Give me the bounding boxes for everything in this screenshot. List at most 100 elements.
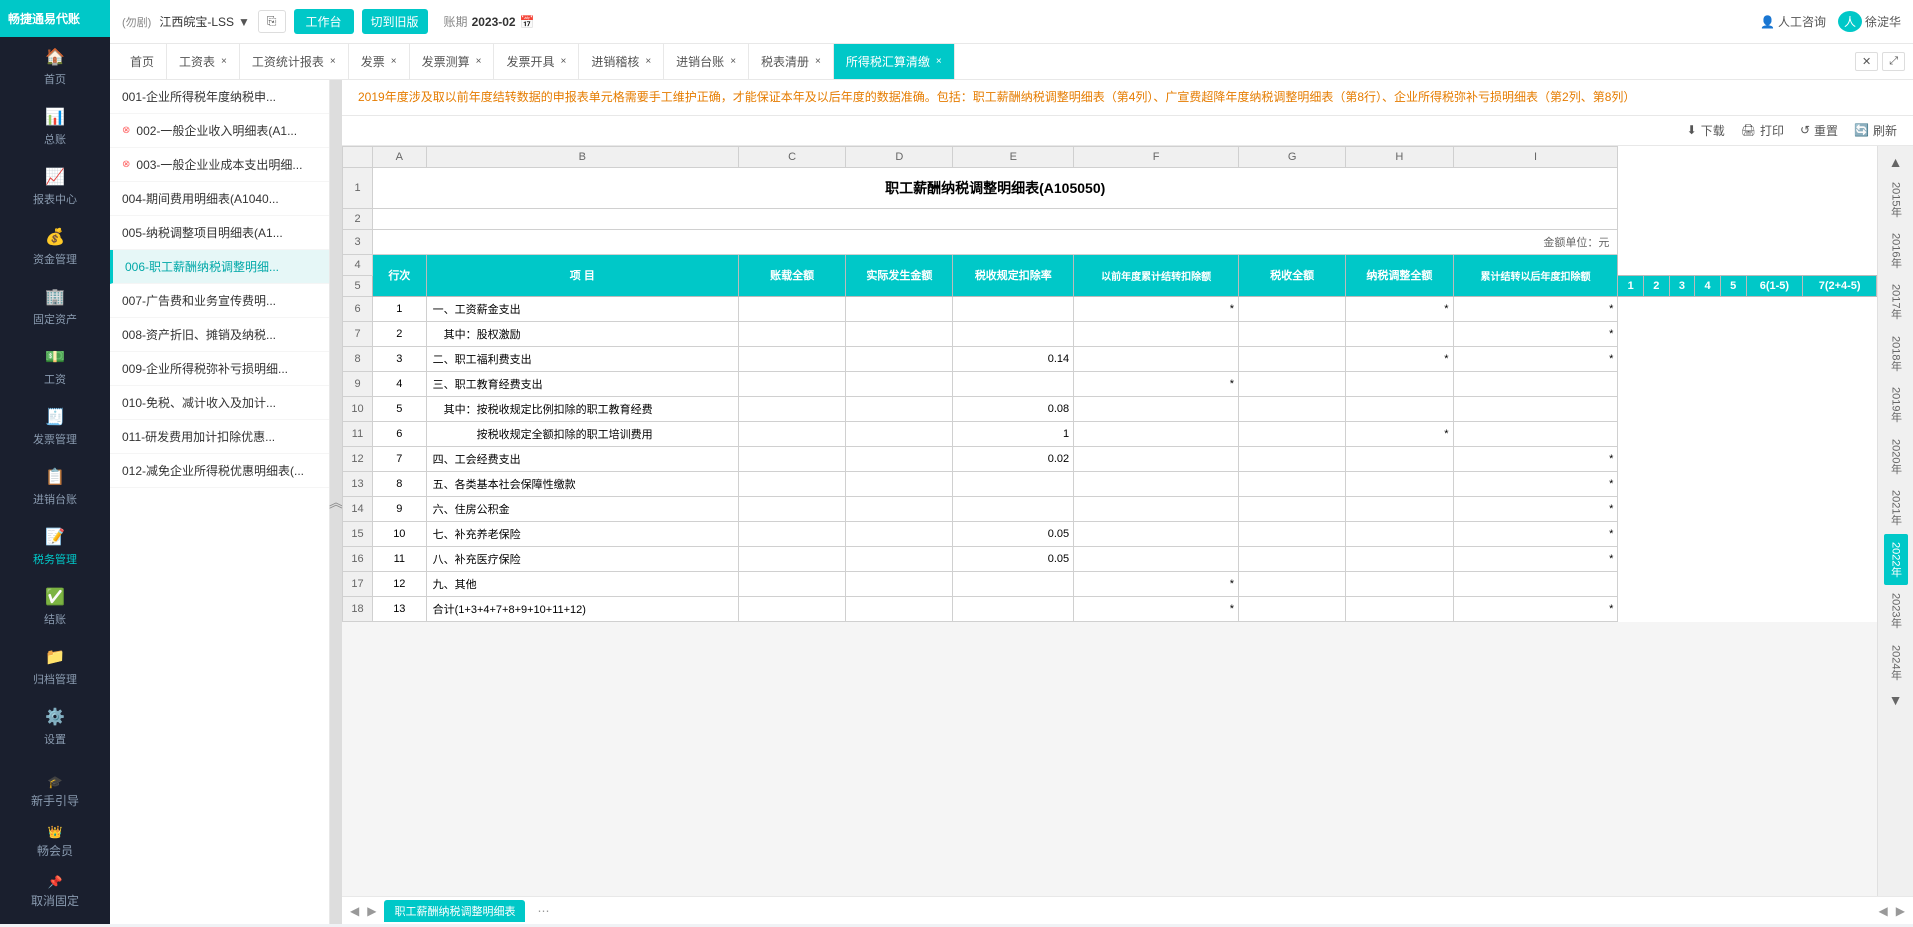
row-c5-18[interactable] [1239, 596, 1346, 621]
workbench-button[interactable]: 工作台 [294, 9, 354, 34]
row-c6-8[interactable]: * [1346, 346, 1453, 371]
row-c2-8[interactable] [846, 346, 953, 371]
row-c3-8[interactable]: 0.14 [953, 346, 1074, 371]
row-c3-6[interactable] [953, 296, 1074, 321]
row-c6-16[interactable] [1346, 546, 1453, 571]
row-c7-16[interactable]: * [1453, 546, 1618, 571]
year-item-2024年[interactable]: 2024年 [1884, 637, 1908, 688]
row-c1-11[interactable] [738, 421, 845, 446]
row-c4-18[interactable]: * [1074, 596, 1239, 621]
row-c6-7[interactable] [1346, 321, 1453, 346]
row-c2-13[interactable] [846, 471, 953, 496]
tab-7[interactable]: 进销台账× [664, 44, 749, 80]
print-button[interactable]: 🖨 打印 [1741, 122, 1784, 139]
tab-4-close[interactable]: × [476, 56, 482, 67]
left-panel-item-010[interactable]: 010-免税、减计收入及加计... [110, 386, 329, 420]
row-c2-15[interactable] [846, 521, 953, 546]
year-item-2015年[interactable]: 2015年 [1884, 174, 1908, 225]
scroll-left-btn[interactable]: ◀ [350, 904, 359, 918]
row-c2-10[interactable] [846, 396, 953, 421]
row-c5-16[interactable] [1239, 546, 1346, 571]
left-panel-item-011[interactable]: 011-研发费用加计扣除优惠... [110, 420, 329, 454]
year-nav-down[interactable]: ▼ [1885, 688, 1907, 712]
row-c6-14[interactable] [1346, 496, 1453, 521]
sidebar-item-ledger[interactable]: 📊总账 [0, 97, 110, 157]
company-selector[interactable]: 江西皖宝-LSS ▼ [159, 13, 250, 30]
row-c1-10[interactable] [738, 396, 845, 421]
tab-7-close[interactable]: × [730, 56, 736, 67]
year-item-2019年[interactable]: 2019年 [1884, 379, 1908, 430]
scroll-right-btn[interactable]: ▶ [367, 904, 376, 918]
row-c7-12[interactable]: * [1453, 446, 1618, 471]
row-c2-6[interactable] [846, 296, 953, 321]
row-c6-10[interactable] [1346, 396, 1453, 421]
row-c7-13[interactable]: * [1453, 471, 1618, 496]
row-c2-7[interactable] [846, 321, 953, 346]
collapse-button[interactable]: 《 [330, 80, 342, 924]
row-c4-9[interactable]: * [1074, 371, 1239, 396]
row-c6-15[interactable] [1346, 521, 1453, 546]
sidebar-bottom-item-cancel-fixed[interactable]: 📌取消固定 [4, 867, 106, 917]
calendar-icon[interactable]: 📅 [520, 15, 535, 29]
tab-3[interactable]: 发票× [349, 44, 410, 80]
year-item-2018年[interactable]: 2018年 [1884, 328, 1908, 379]
row-c2-14[interactable] [846, 496, 953, 521]
sidebar-item-capital[interactable]: 💰资金管理 [0, 217, 110, 277]
row-c3-9[interactable] [953, 371, 1074, 396]
row-c6-6[interactable]: * [1346, 296, 1453, 321]
tab-2-close[interactable]: × [330, 56, 336, 67]
sidebar-item-setting[interactable]: ⚙️设置 [0, 697, 110, 757]
row-c1-16[interactable] [738, 546, 845, 571]
year-item-2017年[interactable]: 2017年 [1884, 276, 1908, 327]
row-c2-12[interactable] [846, 446, 953, 471]
sidebar-item-home[interactable]: 🏠首页 [0, 37, 110, 97]
row-c4-12[interactable] [1074, 446, 1239, 471]
row-c4-10[interactable] [1074, 396, 1239, 421]
row-c4-7[interactable] [1074, 321, 1239, 346]
row-c6-11[interactable]: * [1346, 421, 1453, 446]
row-c5-12[interactable] [1239, 446, 1346, 471]
row-c6-18[interactable] [1346, 596, 1453, 621]
row-c5-14[interactable] [1239, 496, 1346, 521]
sidebar-item-invoice[interactable]: 🧾发票管理 [0, 397, 110, 457]
left-panel-item-009[interactable]: 009-企业所得税弥补亏损明细... [110, 352, 329, 386]
row-c3-11[interactable]: 1 [953, 421, 1074, 446]
row-c5-10[interactable] [1239, 396, 1346, 421]
scroll-area-right[interactable]: ▶ [1896, 904, 1905, 918]
reset-button[interactable]: ↺ 重置 [1800, 122, 1838, 139]
row-c3-16[interactable]: 0.05 [953, 546, 1074, 571]
tab-9[interactable]: 所得税汇算清缴× [834, 44, 955, 80]
tab-8-close[interactable]: × [815, 56, 821, 67]
row-c5-15[interactable] [1239, 521, 1346, 546]
row-c7-11[interactable] [1453, 421, 1618, 446]
row-c1-9[interactable] [738, 371, 845, 396]
row-c1-12[interactable] [738, 446, 845, 471]
row-c1-13[interactable] [738, 471, 845, 496]
row-c3-7[interactable] [953, 321, 1074, 346]
row-c1-14[interactable] [738, 496, 845, 521]
row-c4-14[interactable] [1074, 496, 1239, 521]
row-c6-9[interactable] [1346, 371, 1453, 396]
switch-version-button[interactable]: 切到旧版 [362, 9, 428, 34]
close-tab-button[interactable]: ✕ [1855, 52, 1878, 71]
sidebar-item-tax[interactable]: 📝税务管理 [0, 517, 110, 577]
row-c4-17[interactable]: * [1074, 571, 1239, 596]
tab-5-close[interactable]: × [560, 56, 566, 67]
row-c4-15[interactable] [1074, 521, 1239, 546]
row-c7-14[interactable]: * [1453, 496, 1618, 521]
row-c3-10[interactable]: 0.08 [953, 396, 1074, 421]
tab-8[interactable]: 税表清册× [749, 44, 834, 80]
row-c5-6[interactable] [1239, 296, 1346, 321]
sidebar-item-archive[interactable]: 📁归档管理 [0, 637, 110, 697]
row-c7-17[interactable] [1453, 571, 1618, 596]
row-c1-6[interactable] [738, 296, 845, 321]
left-panel-item-008[interactable]: 008-资产折旧、摊销及纳税... [110, 318, 329, 352]
left-panel-item-005[interactable]: 005-纳税调整项目明细表(A1... [110, 216, 329, 250]
row-c4-13[interactable] [1074, 471, 1239, 496]
row-c7-15[interactable]: * [1453, 521, 1618, 546]
refresh-button[interactable]: 🔄 刷新 [1854, 122, 1897, 139]
row-c2-18[interactable] [846, 596, 953, 621]
user-profile[interactable]: 人 徐淀华 [1838, 11, 1901, 32]
left-panel-item-002[interactable]: ⊗002-一般企业收入明细表(A1... [110, 114, 329, 148]
left-panel-item-004[interactable]: 004-期间费用明细表(A1040... [110, 182, 329, 216]
